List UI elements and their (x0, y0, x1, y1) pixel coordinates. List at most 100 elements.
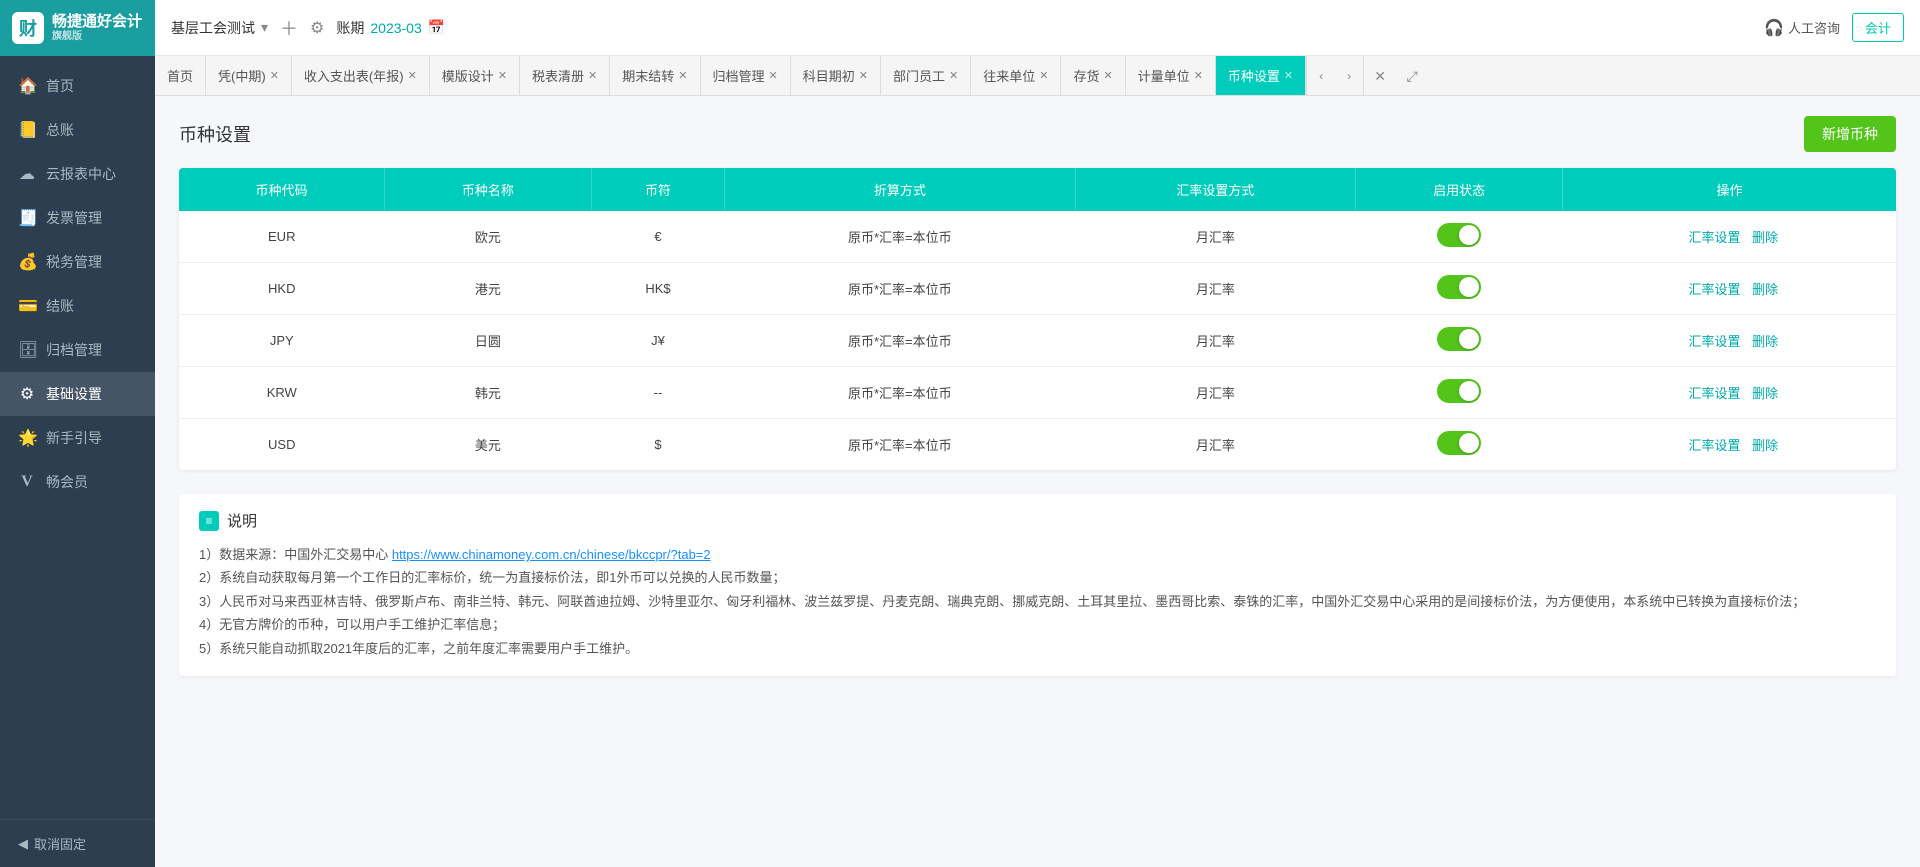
tab-tax-close[interactable]: ✕ (588, 69, 597, 82)
period-display: 账期 2023-03 📅 (336, 18, 445, 38)
sidebar-label-settings: 基础设置 (46, 384, 102, 404)
toggle-1[interactable] (1437, 275, 1481, 299)
tab-next-button[interactable]: › (1335, 56, 1363, 96)
ledger-icon: 📒 (18, 120, 36, 140)
tab-template-close[interactable]: ✕ (498, 69, 507, 82)
help-button[interactable]: 🎧 人工咨询 (1764, 18, 1840, 38)
cell-calc-4: 原币*汇率=本位币 (725, 419, 1075, 471)
add-tab-button[interactable]: ＋ (280, 15, 298, 41)
tab-annual[interactable]: 收入支出表(年报) ✕ (292, 56, 430, 95)
tab-subject[interactable]: 科目期初 ✕ (791, 56, 881, 95)
tab-contacts-close[interactable]: ✕ (1039, 69, 1048, 82)
toggle-0[interactable] (1437, 223, 1481, 247)
tab-dept[interactable]: 部门员工 ✕ (881, 56, 971, 95)
delete-link-0[interactable]: 删除 (1752, 230, 1778, 245)
cell-calc-3: 原币*汇率=本位币 (725, 367, 1075, 419)
tab-template[interactable]: 模版设计 ✕ (430, 56, 520, 95)
tab-currency-close[interactable]: ✕ (1284, 69, 1293, 82)
company-name: 基层工会测试 ▾ (171, 18, 268, 38)
sidebar-label-ledger: 总账 (46, 120, 74, 140)
sidebar-footer-label: 取消固定 (34, 834, 86, 853)
cell-calc-1: 原币*汇率=本位币 (725, 263, 1075, 315)
main-area: 基层工会测试 ▾ ＋ ⚙ 账期 2023-03 📅 🎧 人工咨询 会计 首页 凭… (155, 0, 1920, 867)
tab-inventory[interactable]: 存货 ✕ (1061, 56, 1125, 95)
tab-contacts[interactable]: 往来单位 ✕ (971, 56, 1061, 95)
rate-setting-link-1[interactable]: 汇率设置 (1688, 282, 1740, 297)
rate-setting-link-0[interactable]: 汇率设置 (1688, 230, 1740, 245)
cell-action-1: 汇率设置 删除 (1563, 263, 1896, 315)
table-row: KRW 韩元 -- 原币*汇率=本位币 月汇率 汇率设置 删除 (179, 367, 1896, 419)
rate-setting-link-2[interactable]: 汇率设置 (1688, 334, 1740, 349)
delete-link-1[interactable]: 删除 (1752, 282, 1778, 297)
sidebar-pin-toggle[interactable]: ◀ 取消固定 (0, 819, 155, 867)
tab-dept-close[interactable]: ✕ (949, 69, 958, 82)
tab-subject-close[interactable]: ✕ (859, 69, 868, 82)
page-content: 币种设置 新增币种 币种代码 币种名称 币符 折算方式 汇率设置方式 启用状态 … (155, 96, 1920, 867)
tab-annual-close[interactable]: ✕ (408, 69, 417, 82)
cell-status-2 (1356, 315, 1563, 367)
cell-rate-type-3: 月汇率 (1075, 367, 1356, 419)
app-logo: 财 畅捷通好会计 旗舰版 (0, 0, 155, 56)
sidebar-label-archive: 归档管理 (46, 340, 102, 360)
sidebar-item-reports[interactable]: ☁ 云报表中心 (0, 152, 155, 196)
sidebar-label-checkout: 结账 (46, 296, 74, 316)
rate-setting-link-3[interactable]: 汇率设置 (1688, 386, 1740, 401)
reports-icon: ☁ (18, 164, 36, 184)
tab-archive-close[interactable]: ✕ (769, 69, 778, 82)
tabbar-navigation: ‹ › (1306, 56, 1364, 95)
toggle-3[interactable] (1437, 379, 1481, 403)
cell-name-0: 欧元 (384, 211, 591, 263)
col-symbol: 币符 (591, 168, 724, 211)
toggle-2[interactable] (1437, 327, 1481, 351)
expand-button[interactable]: ⤢ (1396, 56, 1428, 96)
cell-symbol-1: HK$ (591, 263, 724, 315)
tab-home[interactable]: 首页 (155, 56, 206, 95)
sidebar-item-guide[interactable]: 🌟 新手引导 (0, 416, 155, 460)
tab-unit-close[interactable]: ✕ (1194, 69, 1203, 82)
tab-period-end-close[interactable]: ✕ (678, 69, 687, 82)
tab-archive-label: 归档管理 (713, 66, 765, 85)
tab-period-label: 凭(中期) (218, 66, 266, 85)
tab-prev-button[interactable]: ‹ (1307, 56, 1335, 96)
rate-setting-link-4[interactable]: 汇率设置 (1688, 438, 1740, 453)
sidebar-item-tax[interactable]: 💰 税务管理 (0, 240, 155, 284)
cell-symbol-3: -- (591, 367, 724, 419)
user-button[interactable]: 会计 (1852, 13, 1904, 42)
company-settings-icon[interactable]: ⚙ (310, 18, 324, 38)
note-item: 2）系统自动获取每月第一个工作日的汇率标价，统一为直接标价法，即1外币可以兑换的… (199, 566, 1876, 589)
sidebar-item-vip[interactable]: V 畅会员 (0, 460, 155, 504)
company-dropdown-icon[interactable]: ▾ (261, 19, 268, 36)
sidebar-item-settings[interactable]: ⚙ 基础设置 (0, 372, 155, 416)
sidebar-item-archive[interactable]: 🗄 归档管理 (0, 328, 155, 372)
notes-link[interactable]: https://www.chinamoney.com.cn/chinese/bk… (392, 547, 711, 562)
notes-section: ≡ 说明 1）数据来源：中国外汇交易中心 https://www.chinamo… (179, 494, 1896, 676)
tab-inventory-close[interactable]: ✕ (1103, 69, 1112, 82)
cell-code-0: EUR (179, 211, 384, 263)
tab-tax[interactable]: 税表清册 ✕ (520, 56, 610, 95)
delete-link-3[interactable]: 删除 (1752, 386, 1778, 401)
sidebar-item-ledger[interactable]: 📒 总账 (0, 108, 155, 152)
guide-icon: 🌟 (18, 428, 36, 448)
calendar-icon[interactable]: 📅 (428, 19, 445, 36)
tab-inventory-label: 存货 (1073, 66, 1099, 85)
close-tab-button[interactable]: ✕ (1364, 56, 1396, 96)
tab-period-close[interactable]: ✕ (270, 69, 279, 82)
vip-icon: V (18, 473, 36, 491)
sidebar-item-invoice[interactable]: 🧾 发票管理 (0, 196, 155, 240)
sidebar-item-checkout[interactable]: 💳 结账 (0, 284, 155, 328)
tabbar: 首页 凭(中期) ✕ 收入支出表(年报) ✕ 模版设计 ✕ 税表清册 ✕ 期末结… (155, 56, 1920, 96)
tab-period[interactable]: 凭(中期) ✕ (206, 56, 292, 95)
new-currency-button[interactable]: 新增币种 (1804, 116, 1896, 152)
tab-template-label: 模版设计 (442, 66, 494, 85)
delete-link-2[interactable]: 删除 (1752, 334, 1778, 349)
tab-dept-label: 部门员工 (893, 66, 945, 85)
toggle-4[interactable] (1437, 431, 1481, 455)
tab-unit[interactable]: 计量单位 ✕ (1126, 56, 1216, 95)
sidebar-item-home[interactable]: 🏠 首页 (0, 64, 155, 108)
tab-archive[interactable]: 归档管理 ✕ (701, 56, 791, 95)
cell-name-4: 美元 (384, 419, 591, 471)
tab-currency[interactable]: 币种设置 ✕ (1216, 56, 1306, 95)
tab-period-end[interactable]: 期末结转 ✕ (610, 56, 700, 95)
delete-link-4[interactable]: 删除 (1752, 438, 1778, 453)
period-label: 账期 (336, 18, 364, 38)
